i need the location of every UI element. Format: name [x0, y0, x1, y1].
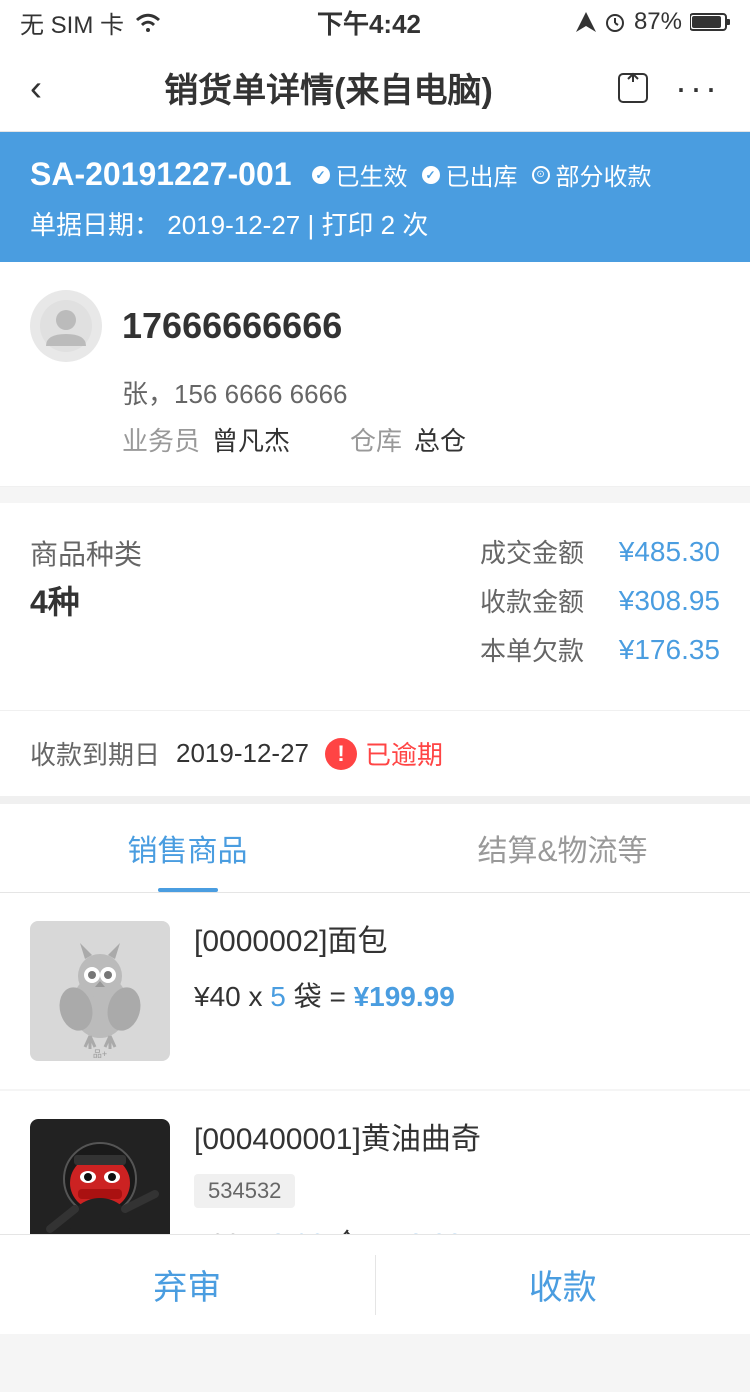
order-banner: SA-20191227-001 已生效 已出库 ⊙ 部分收款 单据日期： 201… — [0, 132, 750, 262]
status-right: 87% — [576, 8, 730, 36]
status-time: 下午4:42 — [317, 4, 421, 41]
status-bar: 无 SIM 卡 下午4:42 87% — [0, 0, 750, 44]
tab-underline — [158, 888, 218, 892]
product-qty-1: 5 — [270, 981, 286, 1012]
customer-detail: 张，156 6666 6666 — [122, 374, 720, 411]
page-title: 销货单详情(来自电脑) — [164, 63, 493, 112]
location-icon — [576, 12, 596, 32]
warehouse-value: 总仓 — [414, 421, 466, 458]
status-tags: 已生效 已出库 ⊙ 部分收款 — [312, 157, 652, 192]
receipt-amount: 收款金额 ¥308.95 — [480, 582, 720, 619]
more-button[interactable]: ··· — [675, 67, 720, 109]
banner-date: 单据日期： 2019-12-27 | 打印 2 次 — [30, 205, 720, 242]
product-name-2: [000400001]黄油曲奇 — [194, 1119, 720, 1161]
product-item: 品+ [0000002]面包 ¥40 x 5 袋 = ¥199.99 — [0, 893, 750, 1089]
warehouse-label: 仓库 — [350, 421, 402, 458]
product-total-1: ¥199.99 — [354, 981, 455, 1012]
salesperson-label: 业务员 — [122, 421, 200, 458]
nav-bar: ‹ 销货单详情(来自电脑) ··· — [0, 44, 750, 132]
salesperson-info: 业务员 曾凡杰 — [122, 421, 290, 458]
product-type-label: 商品种类 — [30, 533, 142, 573]
overdue-alert-icon: ! — [325, 738, 357, 770]
nav-actions: ··· — [615, 67, 720, 109]
alarm-icon — [604, 11, 626, 33]
salesperson-value: 曾凡杰 — [212, 421, 290, 458]
banner-row1: SA-20191227-001 已生效 已出库 ⊙ 部分收款 — [30, 156, 720, 193]
due-date-section: 收款到期日 2019-12-27 ! 已逾期 — [0, 711, 750, 804]
avatar — [30, 290, 102, 362]
tab-sales-products[interactable]: 销售商品 — [0, 804, 375, 892]
customer-section: 17666666666 张，156 6666 6666 业务员 曾凡杰 仓库 总… — [0, 262, 750, 487]
product-type-value: 4种 — [30, 577, 142, 623]
product-placeholder-owl: 品+ — [30, 921, 170, 1061]
user-avatar-icon — [40, 300, 92, 352]
product-name-1: [0000002]面包 — [194, 921, 720, 963]
stats-grid: 商品种类 4种 成交金额 ¥485.30 收款金额 ¥308.95 本单欠款 ¥… — [30, 533, 720, 680]
customer-row: 17666666666 — [30, 290, 720, 362]
battery-text: 87% — [634, 8, 682, 36]
warehouse-info: 仓库 总仓 — [350, 421, 466, 458]
product-price-1: ¥40 x 5 袋 = ¥199.99 — [194, 975, 720, 1015]
overdue-text: 已逾期 — [365, 735, 443, 772]
status-tag-partial: ⊙ 部分收款 — [532, 157, 652, 192]
share-icon[interactable] — [615, 70, 651, 106]
bottom-bar: 弃审 收款 — [0, 1234, 750, 1334]
status-tag-effective: 已生效 — [312, 157, 408, 192]
transaction-amount: 成交金额 ¥485.30 — [480, 533, 720, 570]
back-button[interactable]: ‹ — [30, 67, 42, 109]
product-image-1: 品+ — [30, 921, 170, 1061]
cancel-button[interactable]: 弃审 — [0, 1235, 375, 1334]
order-id: SA-20191227-001 — [30, 156, 292, 193]
wifi-icon — [134, 12, 162, 32]
check-icon-2 — [422, 166, 440, 184]
overdue-badge: ! 已逾期 — [325, 735, 443, 772]
stats-left: 商品种类 4种 — [30, 533, 142, 627]
check-icon-1 — [312, 166, 330, 184]
status-left: 无 SIM 卡 — [20, 5, 162, 40]
tab-settlement[interactable]: 结算&物流等 — [375, 804, 750, 892]
product-sku-2: 534532 — [194, 1174, 295, 1208]
customer-meta: 业务员 曾凡杰 仓库 总仓 — [122, 421, 720, 458]
tabs-section: 销售商品 结算&物流等 — [0, 804, 750, 893]
due-date-value: 2019-12-27 — [176, 738, 309, 769]
svg-text:品+: 品+ — [93, 1049, 107, 1059]
products-section: 品+ [0000002]面包 ¥40 x 5 袋 = ¥199.99 — [0, 893, 750, 1290]
stats-section: 商品种类 4种 成交金额 ¥485.30 收款金额 ¥308.95 本单欠款 ¥… — [0, 503, 750, 711]
status-tag-shipped: 已出库 — [422, 157, 518, 192]
stats-right: 成交金额 ¥485.30 收款金额 ¥308.95 本单欠款 ¥176.35 — [480, 533, 720, 680]
confirm-button[interactable]: 收款 — [376, 1235, 750, 1334]
clock-icon: ⊙ — [532, 166, 550, 184]
customer-name: 17666666666 — [122, 305, 342, 347]
due-date-label: 收款到期日 — [30, 735, 160, 772]
product-info-1: [0000002]面包 ¥40 x 5 袋 = ¥199.99 — [194, 921, 720, 1061]
battery-icon — [690, 12, 730, 32]
carrier-text: 无 SIM 卡 — [20, 5, 124, 40]
debt-amount: 本单欠款 ¥176.35 — [480, 631, 720, 668]
